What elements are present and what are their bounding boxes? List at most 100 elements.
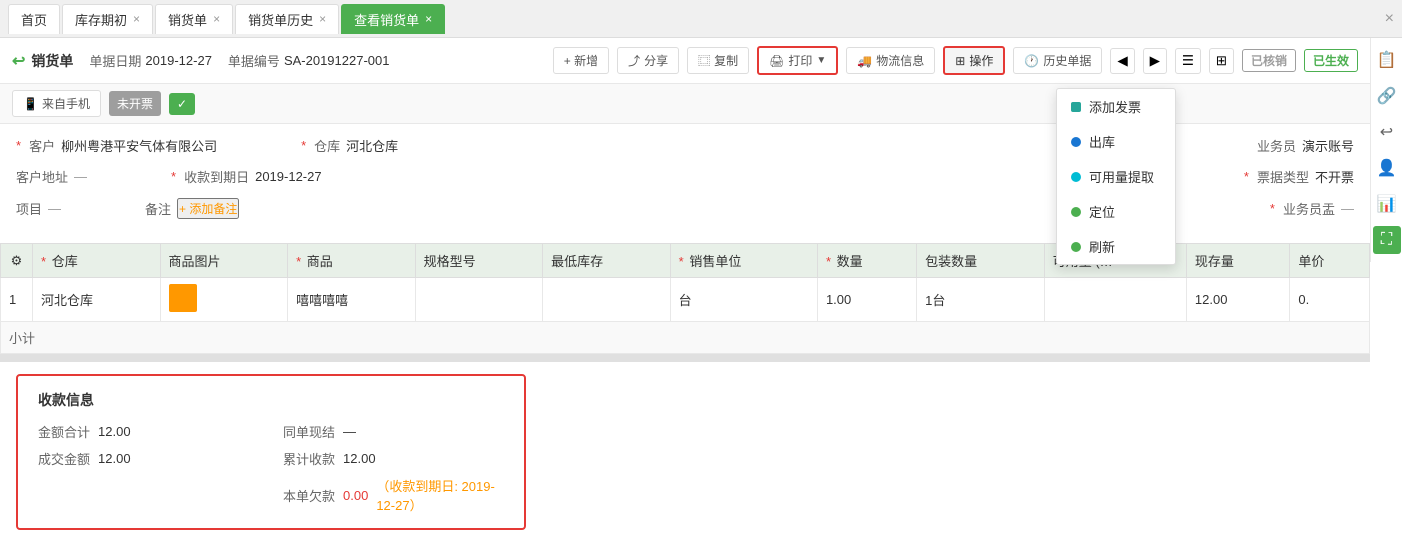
tab-sales-label: 销货单 [168,10,207,29]
doc-number-label: 单据编号 [228,51,280,70]
locate-label: 定位 [1089,202,1115,221]
tab-sales[interactable]: 销货单 × [155,4,233,34]
print-icon: 🖨 [769,54,784,68]
sidebar-doc-icon[interactable]: 📋 [1373,46,1401,74]
ticket-type-field: * 票据类型 不开票 [1244,167,1354,186]
salesman-label: 业务员盂 [1283,199,1335,218]
history-doc-button[interactable]: 🕐 历史单据 [1013,47,1102,74]
available-qty-item[interactable]: 可用量提取 [1057,159,1175,194]
payment-date-label: 收款到期日 [184,167,249,186]
next-button[interactable]: ▶ [1143,48,1167,74]
add-invoice-label: 添加发票 [1089,97,1141,116]
salesman-value: — [1341,201,1354,216]
outbound-item[interactable]: 出库 [1057,124,1175,159]
logistics-button[interactable]: 🚚 物流信息 [846,47,935,74]
add-note-button[interactable]: + 添加备注 [177,198,239,219]
product-image [169,284,197,312]
tab-view-sales-label: 查看销货单 [354,10,419,29]
sidebar-chart-icon[interactable]: 📊 [1373,190,1401,218]
row-current-stock: 12.00 [1186,278,1290,322]
sidebar-expand-icon[interactable]: ⛶ [1373,226,1401,254]
transaction-label: 成交金额 [38,449,90,468]
tab-bar: 首页 库存期初 × 销货单 × 销货单历史 × 查看销货单 × × [0,0,1402,38]
row-available [1044,278,1186,322]
remark-label: 备注 [145,199,171,218]
col-min-stock: 最低库存 [543,244,671,278]
tab-view-sales[interactable]: 查看销货单 × [341,4,445,34]
row-price: 0. [1290,278,1370,322]
current-due-label: 本单欠款 [283,486,335,505]
cumulative-row: 累计收款 12.00 [283,449,504,468]
warehouse-field: * 仓库 河北仓库 [301,136,398,155]
remark-field: 备注 + 添加备注 [145,198,239,219]
sidebar-refresh-icon[interactable]: ↩ [1373,118,1401,146]
list-view-button[interactable]: ☰ [1175,48,1201,74]
locate-item[interactable]: 定位 [1057,194,1175,229]
history-label: 历史单据 [1043,52,1091,69]
from-phone-button[interactable]: 📱 来自手机 [12,90,101,117]
tab-history[interactable]: 销货单历史 × [235,4,339,34]
payment-date-value: 2019-12-27 [255,169,322,184]
payment-date-req: * [171,169,176,184]
copy-button[interactable]: ⿴ 复制 [687,47,749,74]
address-field: 客户地址 — [16,167,87,186]
print-button[interactable]: 🖨 打印 ▼ [757,46,838,75]
settings-icon[interactable]: ⚙ [11,253,23,268]
current-due-value: 0.00 [343,488,368,503]
doc-icon: ↩ [12,51,25,71]
same-order-row: 同单现结 — [283,422,504,441]
effective-badge: 已生效 [1304,49,1358,72]
not-open-label: 未开票 [117,95,153,112]
same-order-value: — [343,424,356,439]
tab-sales-close[interactable]: × [213,12,220,26]
col-unit: * 销售单位 [670,244,817,278]
operation-button[interactable]: ⊞ 操作 [943,46,1005,75]
table-row: 1 河北仓库 嘻嘻嘻嘻 台 [1,278,1370,322]
staff-label: 业务员 [1257,136,1296,155]
col-spec: 规格型号 [415,244,543,278]
history-icon: 🕐 [1024,54,1039,68]
customer-req: * [16,138,21,153]
share-button[interactable]: ⤴ 分享 [617,47,679,74]
doc-date-field: 单据日期 2019-12-27 [89,51,212,70]
ticket-type-req: * [1244,169,1249,184]
row-pack-qty: 1台 [917,278,1045,322]
tab-history-close[interactable]: × [319,12,326,26]
add-invoice-item[interactable]: 添加发票 [1057,89,1175,124]
logistics-label: 物流信息 [876,52,924,69]
col-current-stock: 现存量 [1186,244,1290,278]
refresh-icon [1071,242,1081,252]
tab-view-sales-close[interactable]: × [425,12,432,26]
doc-actions: + 新增 ⤴ 分享 ⿴ 复制 🖨 打印 ▼ 🚚 [553,46,1358,75]
table-scrollbar[interactable] [0,354,1370,362]
tab-inventory[interactable]: 库存期初 × [62,4,153,34]
tab-inventory-close[interactable]: × [133,12,140,26]
total-value: 12.00 [98,424,131,439]
row-unit: 台 [670,278,817,322]
cumulative-label: 累计收款 [283,449,335,468]
operation-icon: ⊞ [955,54,965,68]
new-button[interactable]: + 新增 [553,47,609,74]
ticket-type-value: 不开票 [1315,167,1354,186]
project-value: — [48,201,61,216]
salesman-req: * [1270,201,1275,216]
col-settings: ⚙ [1,244,33,278]
tab-home[interactable]: 首页 [8,4,60,34]
sidebar-link-icon[interactable]: 🔗 [1373,82,1401,110]
doc-number-field: 单据编号 SA-20191227-001 [228,51,390,70]
row-quantity: 1.00 [817,278,916,322]
tab-home-label: 首页 [21,10,47,29]
prev-button[interactable]: ◀ [1110,48,1134,74]
sidebar-user-icon[interactable]: 👤 [1373,154,1401,182]
grid-view-button[interactable]: ⊞ [1209,48,1234,74]
address-value: — [74,169,87,184]
print-dropdown-icon: ▼ [816,55,826,66]
doc-number-value: SA-20191227-001 [284,53,390,68]
window-close-button[interactable]: × [1385,10,1394,28]
available-qty-icon [1071,172,1081,182]
col-image: 商品图片 [160,244,288,278]
staff-field: 业务员 演示账号 [1257,136,1354,155]
refresh-item[interactable]: 刷新 [1057,229,1175,264]
not-open-button[interactable]: 未开票 [109,91,161,116]
complete-button[interactable]: ✓ [169,93,195,115]
